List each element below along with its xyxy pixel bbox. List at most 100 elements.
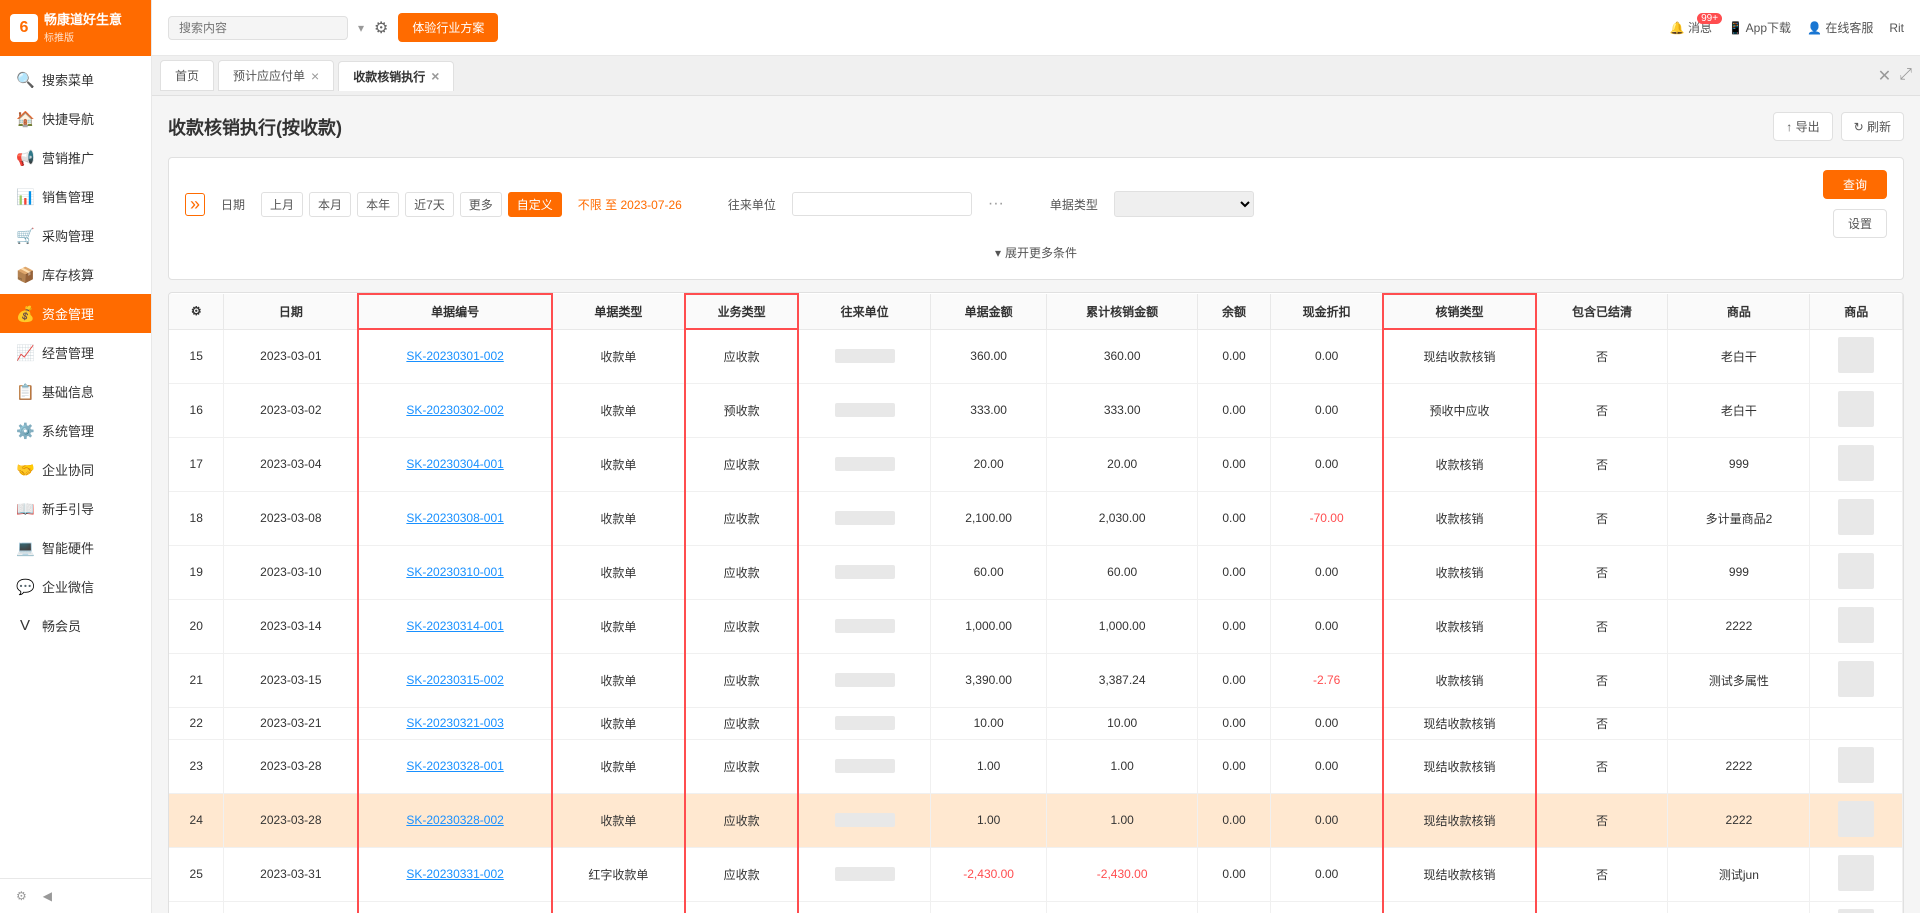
cell-balance: 0.00 <box>1198 739 1271 793</box>
filter-area: » 日期 上月 本月 本年 近7天 更多 自定义 不限 至 2023-07-26… <box>168 157 1904 280</box>
cell-include-settled: 否 <box>1536 491 1668 545</box>
doc-no-link[interactable]: SK-20230328-001 <box>406 759 503 773</box>
online-service-link[interactable]: 👤 在线客服 <box>1807 19 1873 36</box>
cell-doc-type: 收款单 <box>552 437 685 491</box>
th-biz-type: 业务类型 <box>685 294 799 329</box>
cell-doc-type: 收款单 <box>552 901 685 913</box>
sidebar-item-sales[interactable]: 📊销售管理 <box>0 177 151 216</box>
logo-title: 畅康道好生意 <box>44 12 122 29</box>
sidebar-item-marketing[interactable]: 📢营销推广 <box>0 138 151 177</box>
topbar-gear-icon[interactable]: ⚙ <box>374 18 388 38</box>
sidebar-item-member[interactable]: V畅会员 <box>0 606 151 645</box>
cell-verify-type: 现结收款核销 <box>1383 847 1535 901</box>
cell-product2 <box>1810 545 1903 599</box>
sidebar-item-hardware[interactable]: 💻智能硬件 <box>0 528 151 567</box>
setting-button[interactable]: 设置 <box>1833 209 1887 238</box>
cell-discount: -70.00 <box>1271 491 1384 545</box>
th-discount: 现金折扣 <box>1271 294 1384 329</box>
sidebar-item-guide[interactable]: 📖新手引导 <box>0 489 151 528</box>
doc-no-link[interactable]: SK-20230314-001 <box>406 619 503 633</box>
sidebar-item-wechat[interactable]: 💬企业微信 <box>0 567 151 606</box>
settings-icon[interactable]: ⚙ <box>16 889 27 903</box>
topbar-search-input[interactable] <box>168 16 348 40</box>
filter-dots[interactable]: ··· <box>988 195 1004 213</box>
tab-receipt[interactable]: 收款核销执行 × <box>338 61 454 91</box>
cell-doc-type: 收款单 <box>552 491 685 545</box>
cell-product2 <box>1810 329 1903 383</box>
cell-amount: 3,390.00 <box>931 653 1047 707</box>
filter-date-last-month[interactable]: 上月 <box>261 192 303 217</box>
doc-no-link[interactable]: SK-20230302-002 <box>406 403 503 417</box>
sidebar-item-purchase[interactable]: 🛒采购管理 <box>0 216 151 255</box>
filter-date-this-month[interactable]: 本月 <box>309 192 351 217</box>
table-row: 22 2023-03-21 SK-20230321-003 收款单 应收款 10… <box>169 707 1903 739</box>
doc-no-link[interactable]: SK-20230308-001 <box>406 511 503 525</box>
doc-no-link[interactable]: SK-20230301-002 <box>406 349 503 363</box>
refresh-icon: ↻ <box>1854 120 1864 134</box>
export-button[interactable]: ↑ 导出 <box>1773 112 1832 141</box>
tab-prepay-close-icon[interactable]: × <box>311 68 319 84</box>
cell-partner <box>798 739 930 793</box>
cell-balance: 0.00 <box>1198 437 1271 491</box>
sidebar: 6 畅康道好生意 标推版 🔍搜索菜单🏠快捷导航📢营销推广📊销售管理🛒采购管理📦库… <box>0 0 152 913</box>
sidebar-item-operation[interactable]: 📈经营管理 <box>0 333 151 372</box>
sidebar-item-basic[interactable]: 📋基础信息 <box>0 372 151 411</box>
cell-verify-type: 现结收款核销 <box>1383 707 1535 739</box>
collapse-icon[interactable]: ◀ <box>43 889 52 903</box>
cell-num: 20 <box>169 599 224 653</box>
industry-solution-button[interactable]: 体验行业方案 <box>398 13 498 42</box>
partner-value <box>835 759 895 773</box>
sidebar-item-finance[interactable]: 💰资金管理 <box>0 294 151 333</box>
doc-no-link[interactable]: SK-20230331-002 <box>406 867 503 881</box>
cell-doc-no: SK-20230403-002 <box>358 901 552 913</box>
sidebar-item-quick[interactable]: 🏠快捷导航 <box>0 99 151 138</box>
doc-no-link[interactable]: SK-20230315-002 <box>406 673 503 687</box>
th-gear[interactable]: ⚙ <box>169 294 224 329</box>
table-row: 19 2023-03-10 SK-20230310-001 收款单 应收款 60… <box>169 545 1903 599</box>
cell-date: 2023-03-08 <box>224 491 358 545</box>
sidebar-hardware-label: 智能硬件 <box>42 538 94 557</box>
cell-discount: 0.00 <box>1271 545 1384 599</box>
receipt-type-select[interactable] <box>1114 191 1254 217</box>
tab-receipt-close-icon[interactable]: × <box>431 68 439 84</box>
tab-close-all-icon[interactable]: ✕ <box>1878 66 1891 86</box>
sidebar-finance-label: 资金管理 <box>42 304 94 323</box>
doc-no-link[interactable]: SK-20230328-002 <box>406 813 503 827</box>
tab-prepay[interactable]: 预计应应付单 × <box>218 60 334 91</box>
export-icon: ↑ <box>1786 120 1792 134</box>
customer-filter-input[interactable] <box>792 192 972 216</box>
th-date: 日期 <box>224 294 358 329</box>
sidebar-item-enterprise[interactable]: 🤝企业协同 <box>0 450 151 489</box>
filter-date-7days[interactable]: 近7天 <box>405 192 454 217</box>
messages-badge[interactable]: 🔔 消息 99+ <box>1670 19 1712 36</box>
tab-home[interactable]: 首页 <box>160 60 214 91</box>
sidebar-item-inventory[interactable]: 📦库存核算 <box>0 255 151 294</box>
cell-doc-no: SK-20230302-002 <box>358 383 552 437</box>
query-button[interactable]: 查询 <box>1823 170 1887 199</box>
refresh-button[interactable]: ↻ 刷新 <box>1841 112 1904 141</box>
cell-num: 19 <box>169 545 224 599</box>
cell-product2 <box>1810 707 1903 739</box>
sidebar-item-system[interactable]: ⚙️系统管理 <box>0 411 151 450</box>
doc-no-link[interactable]: SK-20230310-001 <box>406 565 503 579</box>
filter-date-more[interactable]: 更多 <box>460 192 502 217</box>
cell-doc-no: SK-20230321-003 <box>358 707 552 739</box>
user-name[interactable]: Rit <box>1889 21 1904 35</box>
doc-no-link[interactable]: SK-20230321-003 <box>406 716 503 730</box>
app-download-link[interactable]: 📱 App下载 <box>1728 19 1791 36</box>
sidebar-item-search[interactable]: 🔍搜索菜单 <box>0 60 151 99</box>
tab-expand-icon[interactable]: ⤢ <box>1899 66 1912 86</box>
filter-date-this-year[interactable]: 本年 <box>357 192 399 217</box>
date-filter-buttons: 上月 本月 本年 近7天 更多 自定义 <box>261 192 562 217</box>
cell-cumulative: 10.00 <box>1047 707 1198 739</box>
cell-amount: 2,100.00 <box>931 491 1047 545</box>
doc-no-link[interactable]: SK-20230304-001 <box>406 457 503 471</box>
cell-product <box>1668 707 1810 739</box>
cell-product2 <box>1810 901 1903 913</box>
filter-date-custom[interactable]: 自定义 <box>508 192 562 217</box>
cell-partner <box>798 901 930 913</box>
table-body: 15 2023-03-01 SK-20230301-002 收款单 应收款 36… <box>169 329 1903 913</box>
cell-cumulative: 60.00 <box>1047 545 1198 599</box>
filter-expand-icon[interactable]: » <box>185 193 205 216</box>
expand-conditions-button[interactable]: ▾ 展开更多条件 <box>995 244 1077 261</box>
